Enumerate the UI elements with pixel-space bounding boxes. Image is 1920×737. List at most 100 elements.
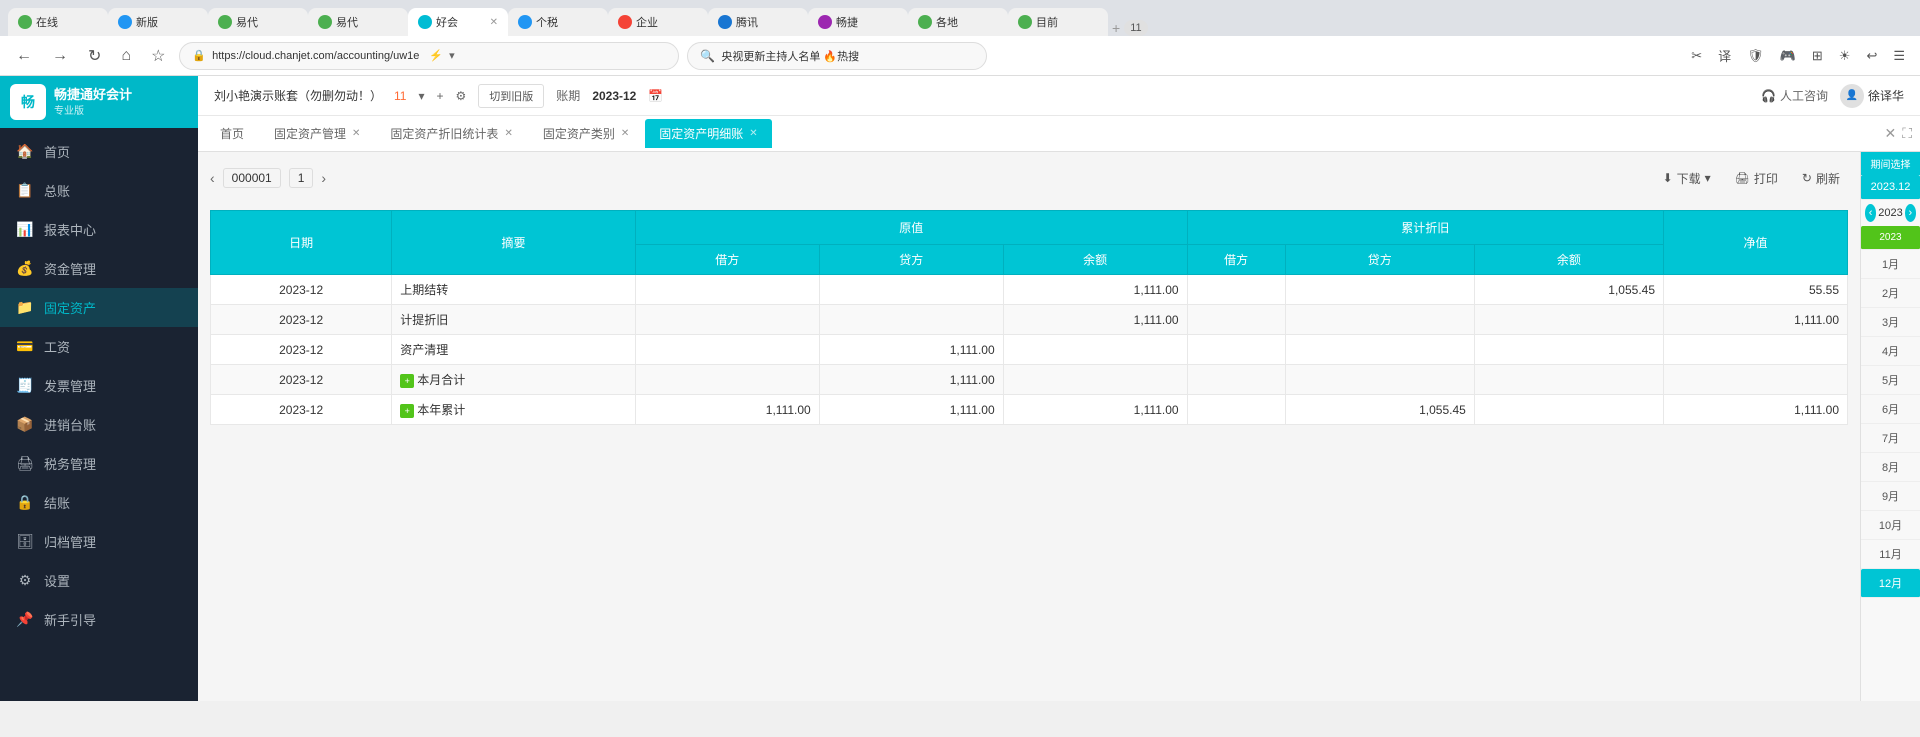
period-month-1[interactable]: 1月 <box>1861 250 1920 279</box>
sidebar-item-settings[interactable]: ⚙ 设置 <box>0 561 198 600</box>
sidebar-item-invoice[interactable]: 🧾 发票管理 <box>0 366 198 405</box>
sidebar-header: 畅 畅捷通好会计 专业版 <box>0 76 198 128</box>
tab-haohui[interactable]: 好会 ✕ <box>408 8 508 36</box>
shield-button[interactable]: 🛡 <box>1742 45 1769 67</box>
sidebar-item-home[interactable]: 🏠 首页 <box>0 132 198 171</box>
tab-fixed-assets-detail[interactable]: 固定资产明细账 ✕ <box>645 119 771 148</box>
cell-orig-credit <box>819 275 1003 305</box>
tab-depreciation-stats[interactable]: 固定资产折旧统计表 ✕ <box>376 119 526 148</box>
tab-close-icon[interactable]: ✕ <box>504 128 512 139</box>
period-month-8[interactable]: 8月 <box>1861 453 1920 482</box>
sidebar: 畅 畅捷通好会计 专业版 🏠 首页 📋 总账 📊 报表中心 💰 资金管理 <box>0 76 198 701</box>
tab-yidai2[interactable]: 易代 <box>308 8 408 36</box>
sidebar-item-guide[interactable]: 📌 新手引导 <box>0 600 198 639</box>
period-month-12[interactable]: 12月 <box>1861 569 1920 598</box>
tab-close-icon[interactable]: ✕ <box>352 128 360 139</box>
tab-close-icon[interactable]: ✕ <box>621 128 629 139</box>
period-month-5[interactable]: 5月 <box>1861 366 1920 395</box>
sidebar-item-fixed-assets[interactable]: 📁 固定资产 <box>0 288 198 327</box>
tab-new[interactable]: 新版 <box>108 8 208 36</box>
games-button[interactable]: 🎮 <box>1775 45 1801 67</box>
th-dep-balance: 余额 <box>1474 245 1663 275</box>
period-year-badge[interactable]: 2023 <box>1861 226 1920 250</box>
sidebar-item-payroll[interactable]: 💳 工资 <box>0 327 198 366</box>
period-month-10[interactable]: 10月 <box>1861 511 1920 540</box>
tab-fixed-assets-category[interactable]: 固定资产类别 ✕ <box>529 119 643 148</box>
service-btn[interactable]: 🎧 人工咨询 <box>1761 87 1828 104</box>
sidebar-item-reports[interactable]: 📊 报表中心 <box>0 210 198 249</box>
period-month-3[interactable]: 3月 <box>1861 308 1920 337</box>
toolbar: ⬇ 下载 ▾ 🖨 打印 ↻ 刷新 <box>1655 166 1848 191</box>
calendar-icon[interactable]: 📅 <box>648 89 663 103</box>
sidebar-item-archive[interactable]: 🗄 归档管理 <box>0 522 198 561</box>
dropdown-icon[interactable]: ▾ <box>449 49 455 62</box>
download-button[interactable]: ⬇ 下载 ▾ <box>1655 166 1719 191</box>
period-prev-btn[interactable]: ‹ <box>1865 204 1876 222</box>
period-month-2[interactable]: 2月 <box>1861 279 1920 308</box>
expand-tab-btn[interactable]: ⛶ <box>1902 125 1912 142</box>
search-bar[interactable]: 🔍 央视更新主持人名单 🔥热搜 <box>687 42 987 70</box>
sidebar-item-label: 归档管理 <box>44 532 96 551</box>
add-account-btn[interactable]: + <box>437 89 444 103</box>
switch-version-button[interactable]: 切到旧版 <box>478 84 544 108</box>
sidebar-item-general-ledger[interactable]: 📋 总账 <box>0 171 198 210</box>
tab-muqian[interactable]: 目前 <box>1008 8 1108 36</box>
tab-online[interactable]: 在线 <box>8 8 108 36</box>
history-back-button[interactable]: ↩ <box>1861 45 1882 67</box>
tab-changjie[interactable]: 畅捷 <box>808 8 908 36</box>
pagination-row: ‹ 000001 1 › <box>210 164 326 192</box>
tab-fixed-assets-mgmt[interactable]: 固定资产管理 ✕ <box>260 119 374 148</box>
period-month-7[interactable]: 7月 <box>1861 424 1920 453</box>
tab-label: 企业 <box>636 14 658 30</box>
period-month-11[interactable]: 11月 <box>1861 540 1920 569</box>
period-month-6[interactable]: 6月 <box>1861 395 1920 424</box>
period-month-4[interactable]: 4月 <box>1861 337 1920 366</box>
grid-button[interactable]: ⊞ <box>1807 45 1828 67</box>
tab-close-icon[interactable]: ✕ <box>490 17 498 28</box>
app-logo: 畅 <box>10 84 46 120</box>
row-icon: + <box>400 404 414 418</box>
tab-tengxun[interactable]: 腾讯 <box>708 8 808 36</box>
sidebar-item-tax[interactable]: 🖨 税务管理 <box>0 444 198 483</box>
sidebar-item-funds[interactable]: 💰 资金管理 <box>0 249 198 288</box>
period-next-btn[interactable]: › <box>1905 204 1916 222</box>
forward-button[interactable]: → <box>46 43 74 69</box>
home-button[interactable]: ⌂ <box>115 43 137 69</box>
settings-btn[interactable]: ⚙ <box>456 89 467 103</box>
tab-yidai1[interactable]: 易代 <box>208 8 308 36</box>
tab-home[interactable]: 首页 <box>206 119 258 148</box>
prev-page-btn[interactable]: ‹ <box>210 170 215 186</box>
tab-label: 新版 <box>136 14 158 30</box>
cell-orig-balance: 1,111.00 <box>1003 275 1187 305</box>
cell-summary: 资产清理 <box>392 335 636 365</box>
cell-dep-balance <box>1474 335 1663 365</box>
menu-button[interactable]: ☰ <box>1888 45 1910 67</box>
next-page-btn[interactable]: › <box>321 170 326 186</box>
print-button[interactable]: 🖨 打印 <box>1727 166 1786 191</box>
tab-geshui[interactable]: 个税 <box>508 8 608 36</box>
sidebar-item-closing[interactable]: 🔒 结账 <box>0 483 198 522</box>
close-tab-btn[interactable]: ✕ <box>1884 125 1896 142</box>
reload-button[interactable]: ↻ <box>82 42 107 70</box>
cell-dep-debit <box>1187 365 1285 395</box>
refresh-button[interactable]: ↻ 刷新 <box>1794 166 1848 191</box>
trading-icon: 📦 <box>16 416 34 434</box>
dropdown-btn[interactable]: ▾ <box>418 89 424 103</box>
new-tab-button[interactable]: + <box>1112 20 1120 36</box>
translate-button[interactable]: 译 <box>1713 43 1736 68</box>
refresh-label: 刷新 <box>1816 170 1840 187</box>
tab-close-icon[interactable]: ✕ <box>749 128 757 139</box>
sidebar-item-trading[interactable]: 📦 进销台账 <box>0 405 198 444</box>
avatar: 👤 <box>1840 84 1864 108</box>
period-month-9[interactable]: 9月 <box>1861 482 1920 511</box>
period-year-month[interactable]: 2023.12 <box>1861 175 1920 200</box>
cell-summary: +本年累计 <box>392 395 636 425</box>
back-button[interactable]: ← <box>10 43 38 69</box>
bookmark-button[interactable]: ☆ <box>145 42 171 70</box>
address-bar[interactable]: 🔒 https://cloud.chanjet.com/accounting/u… <box>179 42 679 70</box>
print-label: 打印 <box>1754 170 1778 187</box>
extensions-button[interactable]: ✂ <box>1686 45 1707 67</box>
brightness-button[interactable]: ☀ <box>1834 45 1856 67</box>
tab-qiye[interactable]: 企业 <box>608 8 708 36</box>
tab-gedi[interactable]: 各地 <box>908 8 1008 36</box>
